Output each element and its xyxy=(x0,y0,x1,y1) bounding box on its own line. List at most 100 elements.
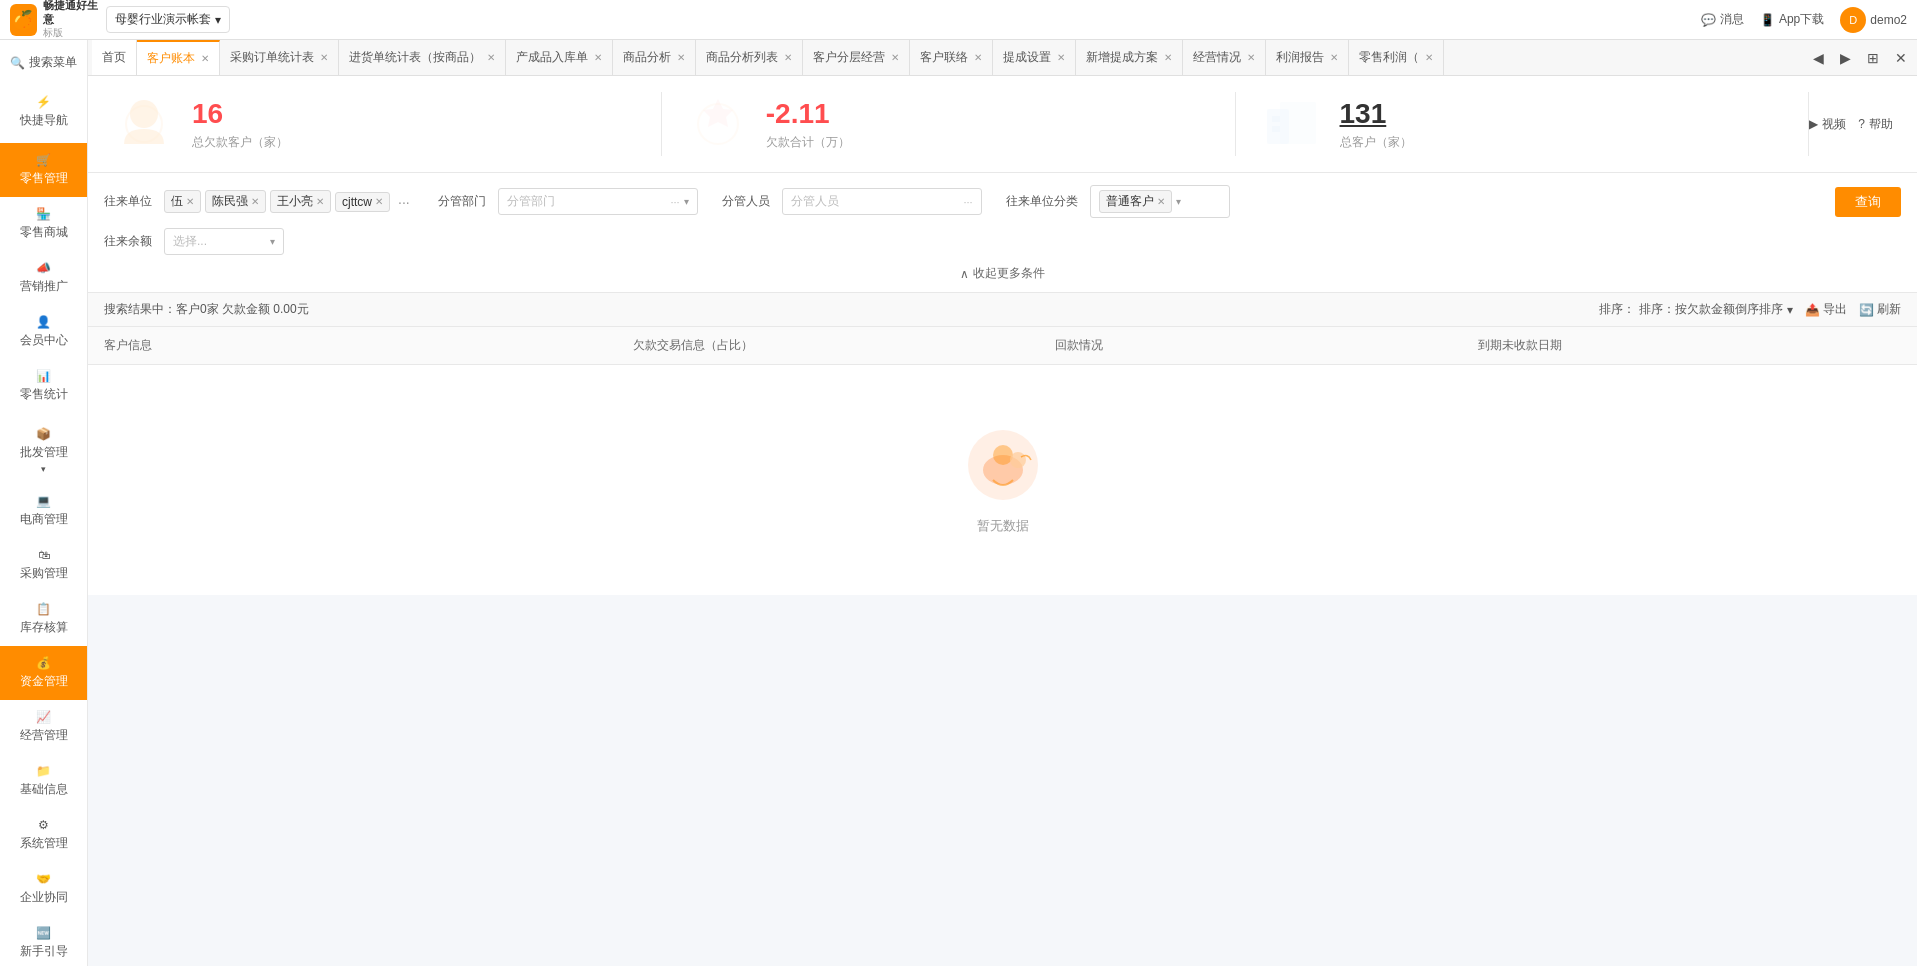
tabs-next-btn[interactable]: ▶ xyxy=(1834,48,1857,68)
unit-class-select[interactable]: 普通客户 ✕ ▾ xyxy=(1090,185,1230,218)
sidebar-item-system[interactable]: ⚙ 系统管理 xyxy=(0,808,87,862)
sidebar-item-marketing[interactable]: 📣 营销推广 xyxy=(0,251,87,305)
svg-point-0 xyxy=(130,100,158,128)
tab-close-prompt-settings[interactable]: ✕ xyxy=(1057,52,1065,63)
tag-close-cjttcw[interactable]: ✕ xyxy=(375,196,383,207)
tab-close-customer-tier[interactable]: ✕ xyxy=(891,52,899,63)
tab-close-new-achievement[interactable]: ✕ xyxy=(1164,52,1172,63)
collapse-btn[interactable]: ∧ 收起更多条件 xyxy=(960,265,1045,282)
unit-class-tags: 普通客户 ✕ xyxy=(1099,190,1172,213)
sidebar-item-retail-mgmt[interactable]: 🛒 零售管理 xyxy=(0,143,87,197)
page-content: 16 总欠款客户（家） -2.11 欠款合计（万） xyxy=(88,76,1917,966)
sidebar-item-enterprise[interactable]: 🤝 企业协同 xyxy=(0,862,87,916)
results-bar: 搜索结果中：客户0家 欠款金额 0.00元 排序： 排序：按欠款金额倒序排序 ▾… xyxy=(88,293,1917,327)
sidebar-search[interactable]: 🔍 搜索菜单 xyxy=(0,40,87,81)
tab-close-customer-capital[interactable]: ✕ xyxy=(201,53,209,64)
query-button[interactable]: 查询 xyxy=(1835,187,1901,217)
tab-product-analysis-list[interactable]: 商品分析列表 ✕ xyxy=(696,40,803,76)
col-due-date: 到期未收款日期 xyxy=(1478,337,1901,354)
dept-select[interactable]: 分管部门 ··· ▾ xyxy=(498,188,698,215)
tab-home[interactable]: 首页 xyxy=(92,40,137,76)
tab-close-profit-report[interactable]: ✕ xyxy=(1330,52,1338,63)
filter-tag-cjttcw: cjttcw ✕ xyxy=(335,192,390,212)
refresh-btn[interactable]: 🔄 刷新 xyxy=(1859,301,1901,318)
balance-select[interactable]: 选择... ▾ xyxy=(164,228,284,255)
tag-close-wu[interactable]: ✕ xyxy=(186,196,194,207)
tab-profit-report[interactable]: 利润报告 ✕ xyxy=(1266,40,1349,76)
collapse-icon: ∧ xyxy=(960,267,969,281)
tab-production-inbound[interactable]: 产成品入库单 ✕ xyxy=(506,40,613,76)
tab-new-achievement[interactable]: 新增提成方案 ✕ xyxy=(1076,40,1183,76)
nav-icon: ⚡ xyxy=(36,95,51,109)
tab-close-purchase-order[interactable]: ✕ xyxy=(320,52,328,63)
tabs-prev-btn[interactable]: ◀ xyxy=(1807,48,1830,68)
tab-close-inbound-stats[interactable]: ✕ xyxy=(487,52,495,63)
tab-close-product-analysis[interactable]: ✕ xyxy=(677,52,685,63)
person-select[interactable]: 分管人员 ··· xyxy=(782,188,982,215)
tag-close-normal[interactable]: ✕ xyxy=(1157,196,1165,207)
tab-customer-contact[interactable]: 客户联络 ✕ xyxy=(910,40,993,76)
dept-chevron-icon: ▾ xyxy=(684,196,689,207)
debt-customers-icon xyxy=(112,92,176,156)
company-selector[interactable]: 母婴行业演示帐套 ▾ xyxy=(106,6,230,33)
video-btn[interactable]: ▶ 视频 xyxy=(1809,116,1846,133)
avatar: D xyxy=(1840,7,1866,33)
app-download-btn[interactable]: 📱 App下载 xyxy=(1760,11,1824,28)
empty-illustration xyxy=(963,425,1043,505)
sidebar-item-member[interactable]: 👤 会员中心 xyxy=(0,305,87,359)
user-menu[interactable]: D demo2 xyxy=(1840,7,1907,33)
tabs-expand-btn[interactable]: ⊞ xyxy=(1861,48,1885,68)
tab-close-production-inbound[interactable]: ✕ xyxy=(594,52,602,63)
stat-debt-customers: 16 总欠款客户（家） xyxy=(112,92,662,156)
table-header: 客户信息 欠款交易信息（占比） 回款情况 到期未收款日期 xyxy=(88,327,1917,365)
sidebar-item-inventory[interactable]: 📋 库存核算 xyxy=(0,592,87,646)
tabs-controls: ◀ ▶ ⊞ ✕ xyxy=(1807,48,1913,68)
stat-debt-amount: -2.11 欠款合计（万） xyxy=(662,92,1236,156)
search-icon: 🔍 xyxy=(10,56,25,70)
tab-customer-tier[interactable]: 客户分层经营 ✕ xyxy=(803,40,910,76)
filter-more-btn[interactable]: ··· xyxy=(394,192,414,212)
sidebar-item-purchase[interactable]: 🛍 采购管理 xyxy=(0,538,87,592)
tab-retail-profit[interactable]: 零售利润（ ✕ xyxy=(1349,40,1444,76)
tab-close-operation-status[interactable]: ✕ xyxy=(1247,52,1255,63)
stats-bar: 16 总欠款客户（家） -2.11 欠款合计（万） xyxy=(88,76,1917,173)
unit-class-chevron-icon: ▾ xyxy=(1176,196,1181,207)
tab-customer-capital[interactable]: 客户账本 ✕ xyxy=(137,40,220,76)
tab-close-customer-contact[interactable]: ✕ xyxy=(974,52,982,63)
tab-purchase-order[interactable]: 采购订单统计表 ✕ xyxy=(220,40,339,76)
tab-product-analysis[interactable]: 商品分析 ✕ xyxy=(613,40,696,76)
messages-btn[interactable]: 💬 消息 xyxy=(1701,11,1744,28)
tag-close-wang[interactable]: ✕ xyxy=(316,196,324,207)
tab-operation-status[interactable]: 经营情况 ✕ xyxy=(1183,40,1266,76)
tag-close-chen[interactable]: ✕ xyxy=(251,196,259,207)
help-icon: ? xyxy=(1858,117,1865,131)
tab-inbound-stats[interactable]: 进货单统计表（按商品） ✕ xyxy=(339,40,506,76)
sidebar-item-wholesale[interactable]: 📦 批发管理 ▾ xyxy=(0,417,87,484)
tab-prompt-settings[interactable]: 提成设置 ✕ xyxy=(993,40,1076,76)
sidebar-item-basic-info[interactable]: 📁 基础信息 xyxy=(0,754,87,808)
search-menu-btn[interactable]: 🔍 搜索菜单 xyxy=(6,50,81,75)
export-btn[interactable]: 📤 导出 xyxy=(1805,301,1847,318)
person-label: 分管人员 xyxy=(722,193,770,210)
tabs-close-all-btn[interactable]: ✕ xyxy=(1889,48,1913,68)
empty-text: 暂无数据 xyxy=(977,517,1029,535)
sidebar-item-newbie[interactable]: 🆕 新手引导 xyxy=(0,916,87,966)
sidebar-item-ecommerce[interactable]: 💻 电商管理 xyxy=(0,484,87,538)
sidebar-item-retail-mall[interactable]: 🏪 零售商城 xyxy=(0,197,87,251)
svg-rect-4 xyxy=(1280,102,1316,144)
sort-label: 排序： xyxy=(1599,301,1635,318)
tab-close-product-analysis-list[interactable]: ✕ xyxy=(784,52,792,63)
debt-amount-icon xyxy=(686,92,750,156)
sidebar-item-operation[interactable]: 📈 经营管理 xyxy=(0,700,87,754)
sidebar-item-capital[interactable]: 💰 资金管理 xyxy=(0,646,87,700)
filter-bar: 往来单位 伍 ✕ 陈民强 ✕ 王小亮 ✕ xyxy=(88,173,1917,293)
sidebar-item-quick-nav[interactable]: ⚡ 快捷导航 xyxy=(0,85,87,139)
data-table: 客户信息 欠款交易信息（占比） 回款情况 到期未收款日期 xyxy=(88,327,1917,595)
sidebar-item-retail-stats[interactable]: 📊 零售统计 xyxy=(0,359,87,413)
help-btn[interactable]: ? 帮助 xyxy=(1858,116,1893,133)
total-customers-value: 131 xyxy=(1340,98,1412,130)
top-bar: 🍊 畅捷通好生意 标版 母婴行业演示帐套 ▾ 💬 消息 📱 App下载 D de… xyxy=(0,0,1917,40)
video-icon: ▶ xyxy=(1809,117,1818,131)
tab-close-retail-profit[interactable]: ✕ xyxy=(1425,52,1433,63)
sort-select[interactable]: 排序： 排序：按欠款金额倒序排序 ▾ xyxy=(1599,301,1793,318)
